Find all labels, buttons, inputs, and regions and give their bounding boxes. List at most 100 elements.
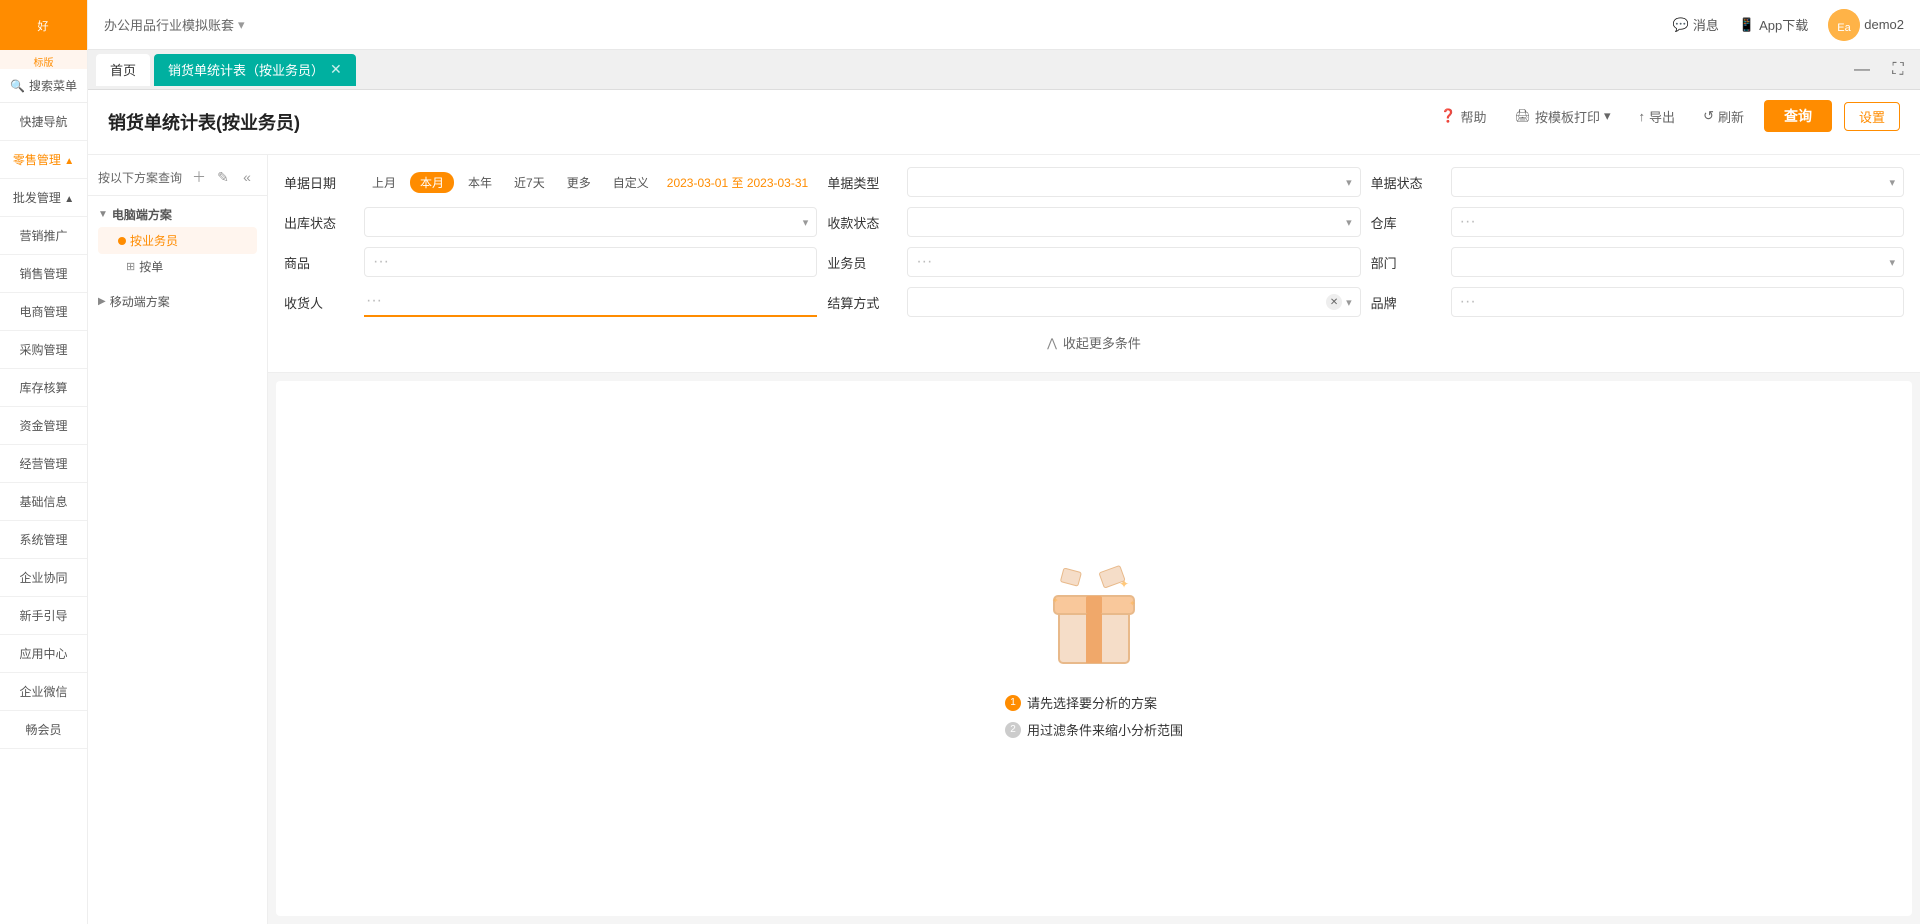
search-icon: 🔍 [10,79,25,93]
tab-close-icon[interactable]: ✕ [330,61,342,78]
page-content: 销货单统计表(按业务员) ❓ 帮助 🖨 按模板打印 ▾ ↑ 导出 ↺ 刷新 [88,90,1920,924]
tab-home[interactable]: 首页 [96,54,150,86]
topbar: 办公用品行业模拟账套 ▾ 💬 消息 📱 App下载 Ea demo2 [88,0,1920,50]
filter-cell-receiver: 收货人 ··· [284,287,817,317]
filter-cell-warehouse: 仓库 ··· [1371,207,1904,237]
tab-sales-stat[interactable]: 销货单统计表（按业务员） ✕ [154,54,356,86]
chevron-down-icon: ▲ [64,156,74,167]
sidebar-item-purchase[interactable]: 采购管理 [0,331,87,369]
scheme-group-mobile-header[interactable]: ▶ 移动端方案 [98,289,257,314]
filter-row-2: 出库状态 ▾ 收款状态 ▾ [284,207,1904,237]
sidebar-item-inventory[interactable]: 库存核算 [0,369,87,407]
date-btn-last-month[interactable]: 上月 [364,172,404,193]
content-wrapper: 按以下方案查询 ＋ ✎ « ▼ 电脑端方案 按业务员 ⊞ [88,155,1920,924]
empty-tips: 1 请先选择要分析的方案 2 用过滤条件来缩小分析范围 [1005,693,1183,739]
sidebar-quick-nav[interactable]: 快捷导航 [0,103,87,141]
scheme-panel-title: 按以下方案查询 [98,169,185,186]
scheme-item-by-salesperson[interactable]: 按业务员 [98,227,257,254]
filter-area: 单据日期 上月 本月 本年 近7天 更多 自定义 2023-03-01 至 20… [268,155,1920,373]
sidebar-item-ecommerce[interactable]: 电商管理 [0,293,87,331]
filter-cell-brand: 品牌 ··· [1371,287,1904,317]
filter-control-brand[interactable]: ··· [1451,287,1904,317]
filter-label-date: 单据日期 [284,173,364,192]
sidebar-item-enterprise[interactable]: 企业协同 [0,559,87,597]
filter-control-department[interactable]: ▾ [1451,247,1904,277]
filter-control-collectstatus[interactable]: ▾ [907,207,1360,237]
topbar-dropdown-icon[interactable]: ▾ [238,17,245,33]
svg-text:✦: ✦ [1129,599,1136,608]
date-btn-last-7[interactable]: 近7天 [506,172,553,193]
svg-text:好: 好 [37,19,48,33]
filter-row-3: 商品 ··· 业务员 ··· 部门 [284,247,1904,277]
filter-control-doctype[interactable]: ▾ [907,167,1360,197]
sidebar-item-corp-wechat[interactable]: 企业微信 [0,673,87,711]
sidebar-item-retail[interactable]: 零售管理 ▲ [0,141,87,179]
template-print-arrow: ▾ [1604,108,1611,124]
tab-maximize-btn[interactable]: ⛶ [1884,56,1912,84]
settings-btn[interactable]: 设置 [1844,102,1900,131]
scheme-group-mobile-title: 移动端方案 [110,293,170,310]
date-btn-more[interactable]: 更多 [559,172,599,193]
topbar-right: 💬 消息 📱 App下载 Ea demo2 [1673,9,1904,41]
tip-num-1: 1 [1005,695,1021,711]
date-btn-custom[interactable]: 自定义 [605,172,657,193]
help-icon: ❓ [1440,108,1456,124]
export-label: 导出 [1649,107,1675,126]
scheme-group-desktop-header[interactable]: ▼ 电脑端方案 [98,202,257,227]
sidebar-item-apps[interactable]: 应用中心 [0,635,87,673]
sidebar-item-basics[interactable]: 基础信息 [0,483,87,521]
filter-settlement-clear[interactable]: ✕ [1326,294,1342,310]
sidebar-item-operations[interactable]: 经营管理 [0,445,87,483]
sidebar-item-finance[interactable]: 资金管理 [0,407,87,445]
search-menu-label: 搜索菜单 [29,77,77,94]
tab-minimize-btn[interactable]: — [1848,56,1876,84]
sidebar-item-members[interactable]: 畅会员 [0,711,87,749]
query-btn[interactable]: 查询 [1764,100,1832,132]
filter-department-arrow: ▾ [1889,256,1895,269]
filter-control-docstatus[interactable]: ▾ [1451,167,1904,197]
sidebar-item-wholesale[interactable]: 批发管理 ▲ [0,179,87,217]
refresh-btn[interactable]: ↺ 刷新 [1695,103,1752,130]
sidebar-label-sales: 销售管理 [19,267,67,281]
sidebar-label-apps: 应用中心 [19,647,67,661]
app-download-btn[interactable]: 📱 App下载 [1739,15,1808,34]
scheme-item-by-order[interactable]: ⊞ 按单 [98,254,257,279]
date-btn-this-year[interactable]: 本年 [460,172,500,193]
filter-cell-outstatus: 出库状态 ▾ [284,207,817,237]
filter-control-outstatus[interactable]: ▾ [364,207,817,237]
scheme-item-by-salesperson-label: 按业务员 [130,232,178,249]
filter-control-warehouse[interactable]: ··· [1451,207,1904,237]
scheme-add-btn[interactable]: ＋ [189,167,209,187]
sidebar-item-system[interactable]: 系统管理 [0,521,87,559]
export-btn[interactable]: ↑ 导出 [1631,103,1684,130]
sidebar-item-marketing[interactable]: 营销推广 [0,217,87,255]
empty-tip-1-label: 请先选择要分析的方案 [1027,693,1157,712]
search-menu[interactable]: 🔍 搜索菜单 [0,69,87,103]
scheme-collapse-btn[interactable]: « [237,167,257,187]
refresh-label: 刷新 [1718,107,1744,126]
sidebar-item-sales[interactable]: 销售管理 [0,255,87,293]
filter-collectstatus-arrow: ▾ [1346,216,1352,229]
collapse-btn[interactable]: ⋀ 收起更多条件 [284,325,1904,360]
tabbar: 首页 销货单统计表（按业务员） ✕ — ⛶ [88,50,1920,90]
page-header: 销货单统计表(按业务员) ❓ 帮助 🖨 按模板打印 ▾ ↑ 导出 ↺ 刷新 [88,90,1920,155]
sidebar-item-newbie[interactable]: 新手引导 [0,597,87,635]
filter-control-salesperson[interactable]: ··· [907,247,1360,277]
sidebar: 好 标版 🔍 搜索菜单 快捷导航 零售管理 ▲ 批发管理 ▲ 营销推广 销售管理… [0,0,88,924]
date-btn-this-month[interactable]: 本月 [410,172,454,193]
filter-control-settlement[interactable]: ✕ ▾ [907,287,1360,317]
page-title: 销货单统计表(按业务员) [108,109,1432,135]
filter-settlement-arrow: ▾ [1346,296,1352,309]
template-print-btn[interactable]: 🖨 按模板打印 ▾ [1506,103,1618,130]
help-btn[interactable]: ❓ 帮助 [1432,103,1494,130]
user-menu[interactable]: Ea demo2 [1828,9,1904,41]
scheme-edit-btn[interactable]: ✎ [213,167,233,187]
filter-cell-settlement: 结算方式 ✕ ▾ [827,287,1360,317]
filter-brand-dots: ··· [1460,293,1476,311]
tabbar-right-controls: — ⛶ [1848,56,1912,84]
message-btn[interactable]: 💬 消息 [1673,15,1719,34]
filter-control-receiver[interactable]: ··· [364,287,817,317]
filter-control-goods[interactable]: ··· [364,247,817,277]
filter-label-collectstatus: 收款状态 [827,213,907,232]
filter-goods-dots: ··· [373,253,389,271]
